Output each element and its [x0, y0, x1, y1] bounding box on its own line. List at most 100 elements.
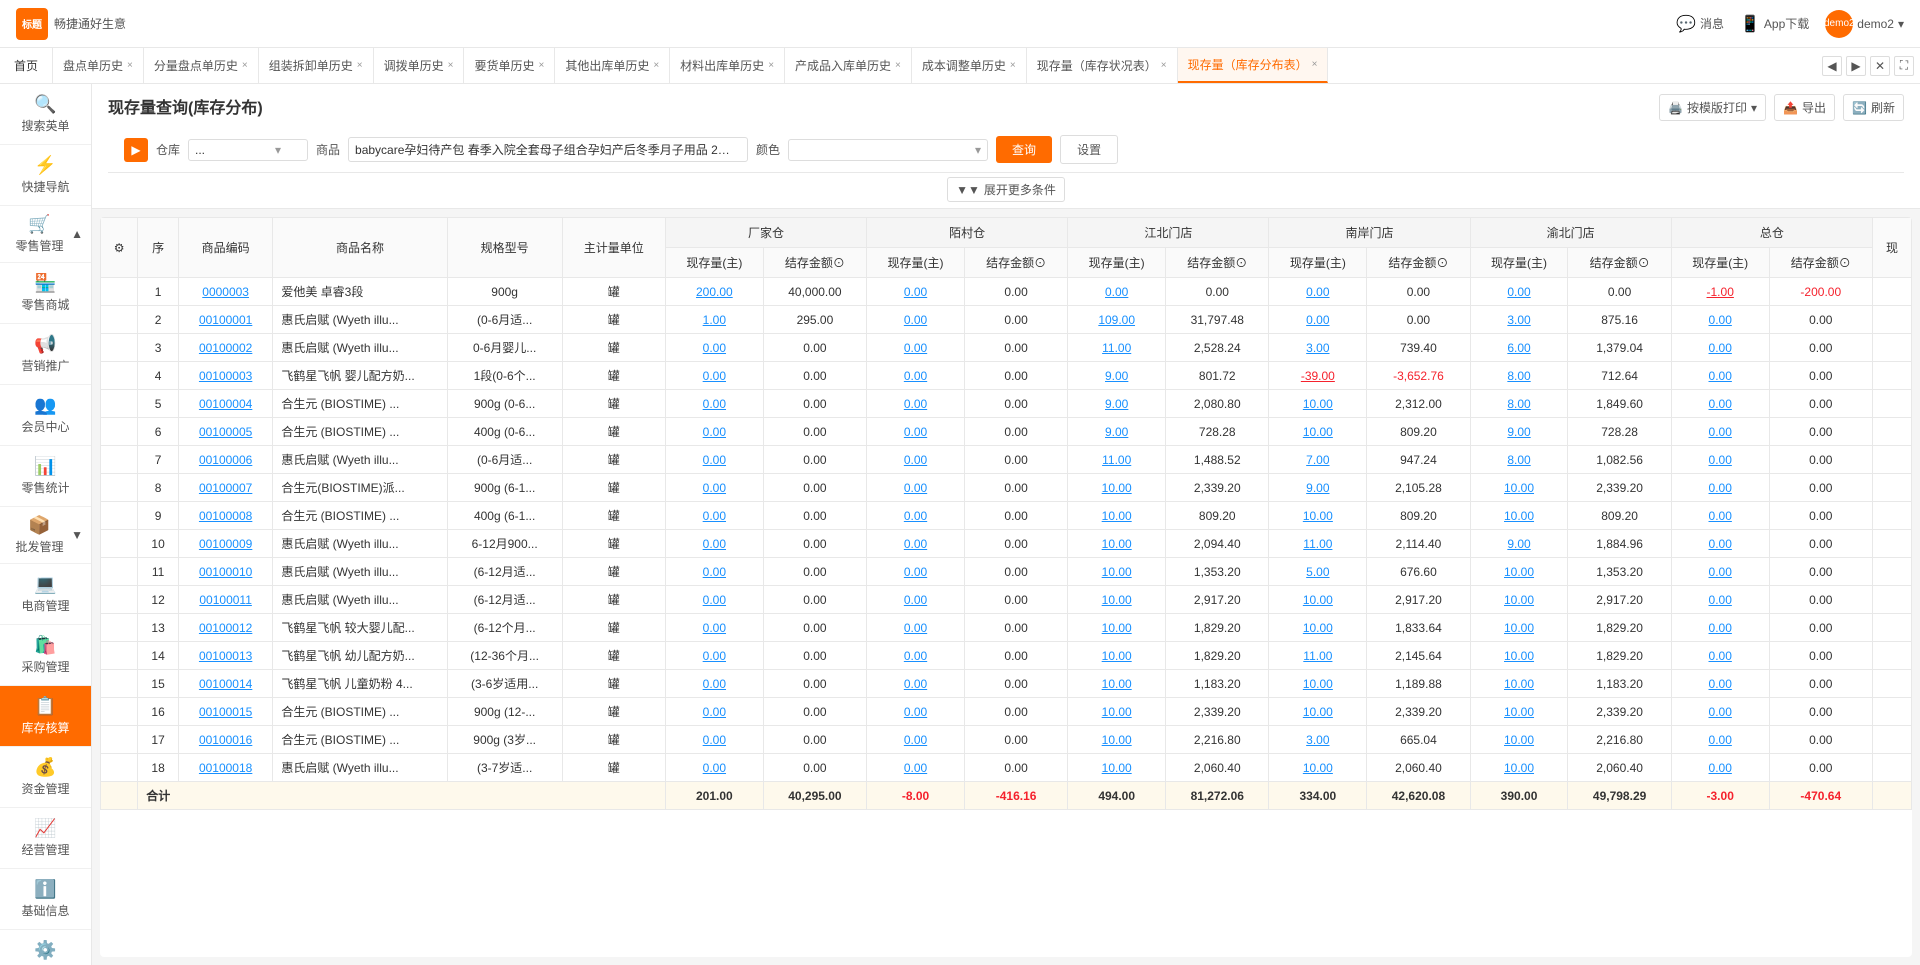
row-yubei-qty[interactable]: 10.00 — [1470, 474, 1568, 502]
row-nanan-qty[interactable]: 10.00 — [1269, 614, 1367, 642]
row-code[interactable]: 00100013 — [178, 642, 272, 670]
row-yubei-qty[interactable]: 10.00 — [1470, 586, 1568, 614]
row-factory-qty[interactable]: 0.00 — [665, 418, 763, 446]
app-download-btn[interactable]: 📱 App下载 — [1740, 14, 1809, 34]
row-factory-qty[interactable]: 0.00 — [665, 474, 763, 502]
row-code[interactable]: 00100003 — [178, 362, 272, 390]
row-nanan-qty[interactable]: 5.00 — [1269, 558, 1367, 586]
product-field[interactable]: babycare孕妇待产包 春季入院全套母子组合孕妇产后冬季月子用品 22件套 … — [348, 137, 748, 162]
row-gear[interactable] — [101, 306, 138, 334]
row-total-qty[interactable]: 0.00 — [1671, 614, 1769, 642]
row-jiangbei-qty[interactable]: 10.00 — [1068, 502, 1166, 530]
row-total-qty[interactable]: 0.00 — [1671, 558, 1769, 586]
row-factory-qty[interactable]: 200.00 — [665, 278, 763, 306]
row-yubei-qty[interactable]: 9.00 — [1470, 418, 1568, 446]
row-total-qty[interactable]: 0.00 — [1671, 642, 1769, 670]
row-nanan-qty[interactable]: 10.00 — [1269, 390, 1367, 418]
message-btn[interactable]: 💬 消息 — [1676, 14, 1724, 34]
sidebar-item-wholesale[interactable]: 📦 批发管理 ▼ — [0, 507, 91, 564]
row-nanan-qty[interactable]: 10.00 — [1269, 586, 1367, 614]
row-mucun-qty[interactable]: 0.00 — [867, 390, 965, 418]
row-nanan-qty[interactable]: 0.00 — [1269, 306, 1367, 334]
tab-fenpandian[interactable]: 分量盘点单历史 × — [144, 48, 259, 83]
row-total-qty[interactable]: 0.00 — [1671, 446, 1769, 474]
row-mucun-qty[interactable]: 0.00 — [867, 530, 965, 558]
tab-diaobuo-close[interactable]: × — [448, 60, 454, 71]
print-btn[interactable]: 🖨️ 按模版打印 ▾ — [1659, 94, 1766, 121]
tab-pandian[interactable]: 盘点单历史 × — [53, 48, 144, 83]
row-code[interactable]: 00100012 — [178, 614, 272, 642]
row-nanan-qty[interactable]: 10.00 — [1269, 502, 1367, 530]
tab-qitachuku[interactable]: 其他出库单历史 × — [555, 48, 670, 83]
row-factory-qty[interactable]: 0.00 — [665, 726, 763, 754]
row-factory-qty[interactable]: 0.00 — [665, 642, 763, 670]
row-yubei-qty[interactable]: 0.00 — [1470, 278, 1568, 306]
row-nanan-qty[interactable]: 10.00 — [1269, 754, 1367, 782]
row-nanan-qty[interactable]: 11.00 — [1269, 642, 1367, 670]
sidebar-item-ecommerce[interactable]: 💻 电商管理 — [0, 564, 91, 625]
row-code[interactable]: 00100002 — [178, 334, 272, 362]
row-factory-qty[interactable]: 0.00 — [665, 362, 763, 390]
row-total-qty[interactable]: 0.00 — [1671, 586, 1769, 614]
row-mucun-qty[interactable]: 0.00 — [867, 586, 965, 614]
sidebar-item-member[interactable]: 👥 会员中心 — [0, 385, 91, 446]
row-yubei-qty[interactable]: 8.00 — [1470, 362, 1568, 390]
row-jiangbei-qty[interactable]: 10.00 — [1068, 726, 1166, 754]
row-factory-qty[interactable]: 1.00 — [665, 306, 763, 334]
row-yubei-qty[interactable]: 10.00 — [1470, 558, 1568, 586]
row-total-qty[interactable]: 0.00 — [1671, 418, 1769, 446]
tab-pandian-close[interactable]: × — [127, 60, 133, 71]
row-factory-qty[interactable]: 0.00 — [665, 754, 763, 782]
sidebar-item-inventory[interactable]: 📋 库存核算 — [0, 686, 91, 747]
row-total-qty[interactable]: 0.00 — [1671, 502, 1769, 530]
row-factory-qty[interactable]: 0.00 — [665, 530, 763, 558]
row-nanan-qty[interactable]: 11.00 — [1269, 530, 1367, 558]
row-factory-qty[interactable]: 0.00 — [665, 698, 763, 726]
row-total-qty[interactable]: 0.00 — [1671, 334, 1769, 362]
user-area[interactable]: demo2 demo2 ▾ — [1825, 10, 1904, 38]
row-nanan-qty[interactable]: 10.00 — [1269, 698, 1367, 726]
row-factory-qty[interactable]: 0.00 — [665, 446, 763, 474]
tab-home[interactable]: 首页 — [0, 48, 53, 83]
row-total-qty[interactable]: 0.00 — [1671, 306, 1769, 334]
row-mucun-qty[interactable]: 0.00 — [867, 362, 965, 390]
row-mucun-qty[interactable]: 0.00 — [867, 614, 965, 642]
tab-zuzhuan[interactable]: 组装拆卸单历史 × — [259, 48, 374, 83]
sidebar-item-nav[interactable]: ⚡ 快捷导航 — [0, 145, 91, 206]
sidebar-item-retail-stats[interactable]: 📊 零售统计 — [0, 446, 91, 507]
row-nanan-qty[interactable]: 10.00 — [1269, 418, 1367, 446]
row-code[interactable]: 00100015 — [178, 698, 272, 726]
row-total-qty[interactable]: 0.00 — [1671, 530, 1769, 558]
sidebar-item-basic[interactable]: ℹ️ 基础信息 — [0, 869, 91, 930]
row-gear[interactable] — [101, 334, 138, 362]
row-gear[interactable] — [101, 726, 138, 754]
row-yubei-qty[interactable]: 10.00 — [1470, 726, 1568, 754]
row-yubei-qty[interactable]: 3.00 — [1470, 306, 1568, 334]
row-gear[interactable] — [101, 586, 138, 614]
row-mucun-qty[interactable]: 0.00 — [867, 670, 965, 698]
row-jiangbei-qty[interactable]: 10.00 — [1068, 558, 1166, 586]
row-gear[interactable] — [101, 614, 138, 642]
tab-next-btn[interactable]: ▶ — [1846, 56, 1866, 76]
row-total-qty[interactable]: 0.00 — [1671, 698, 1769, 726]
row-nanan-qty[interactable]: 3.00 — [1269, 334, 1367, 362]
row-jiangbei-qty[interactable]: 9.00 — [1068, 418, 1166, 446]
row-code[interactable]: 00100001 — [178, 306, 272, 334]
tab-zuzhuan-close[interactable]: × — [357, 60, 363, 71]
tab-kucun-status-close[interactable]: × — [1161, 60, 1167, 71]
row-nanan-qty[interactable]: 10.00 — [1269, 670, 1367, 698]
sidebar-item-retail-mgmt[interactable]: 🛒 零售管理 ▲ — [0, 206, 91, 263]
row-gear[interactable] — [101, 754, 138, 782]
tab-kucun-dist-close[interactable]: × — [1312, 59, 1318, 70]
row-yubei-qty[interactable]: 8.00 — [1470, 446, 1568, 474]
row-jiangbei-qty[interactable]: 11.00 — [1068, 334, 1166, 362]
sidebar-item-marketing[interactable]: 📢 营销推广 — [0, 324, 91, 385]
filter-toggle-btn[interactable]: ▶ — [124, 138, 148, 162]
tab-expand-btn[interactable]: ⛶ — [1894, 56, 1914, 76]
row-jiangbei-qty[interactable]: 10.00 — [1068, 642, 1166, 670]
row-gear[interactable] — [101, 278, 138, 306]
row-yubei-qty[interactable]: 9.00 — [1470, 530, 1568, 558]
row-nanan-qty[interactable]: 7.00 — [1269, 446, 1367, 474]
row-jiangbei-qty[interactable]: 11.00 — [1068, 446, 1166, 474]
row-jiangbei-qty[interactable]: 9.00 — [1068, 390, 1166, 418]
